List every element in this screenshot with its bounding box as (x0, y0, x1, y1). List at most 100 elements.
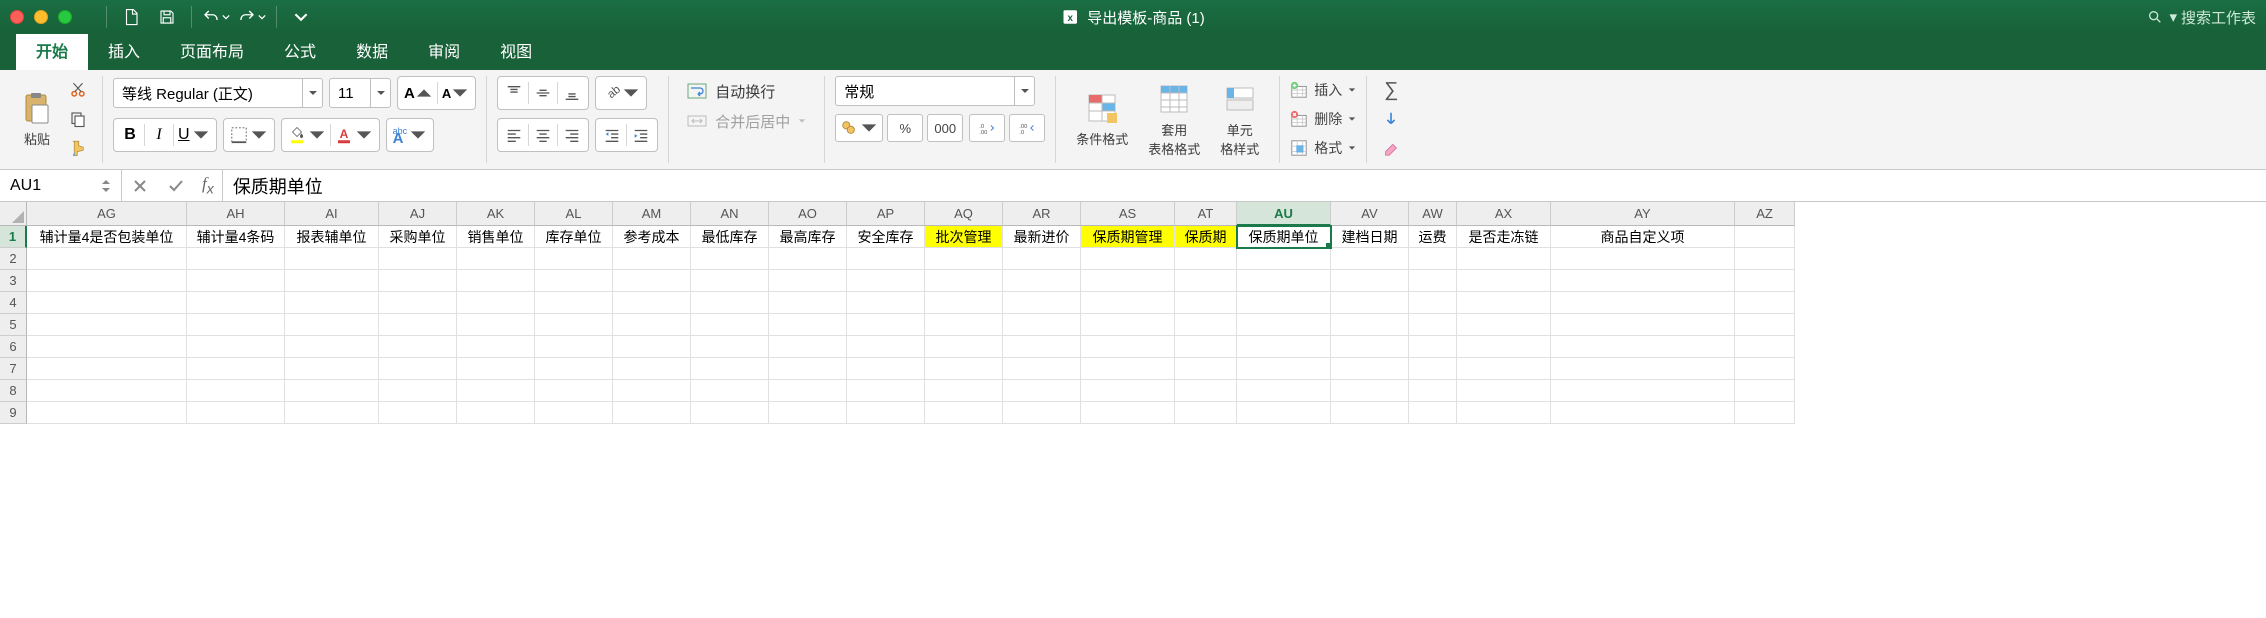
cell-AT4[interactable] (1175, 292, 1237, 314)
cell-AX8[interactable] (1457, 380, 1551, 402)
align-right-button[interactable] (558, 121, 586, 149)
cell-AN1[interactable]: 最低库存 (691, 226, 769, 248)
align-left-button[interactable] (500, 121, 528, 149)
cell-AQ9[interactable] (925, 402, 1003, 424)
cell-AT8[interactable] (1175, 380, 1237, 402)
cell-AZ7[interactable] (1735, 358, 1795, 380)
col-header-AQ[interactable]: AQ (925, 202, 1003, 226)
cells-area[interactable]: 辅计量4是否包装单位辅计量4条码报表辅单位采购单位销售单位库存单位参考成本最低库… (27, 226, 1795, 424)
col-header-AW[interactable]: AW (1409, 202, 1457, 226)
row-header-2[interactable]: 2 (0, 248, 27, 270)
cell-AK7[interactable] (457, 358, 535, 380)
cell-AR5[interactable] (1003, 314, 1081, 336)
cell-AY9[interactable] (1551, 402, 1735, 424)
cell-AW3[interactable] (1409, 270, 1457, 292)
cell-AO6[interactable] (769, 336, 847, 358)
cell-AW9[interactable] (1409, 402, 1457, 424)
cell-AH4[interactable] (187, 292, 285, 314)
cell-AT2[interactable] (1175, 248, 1237, 270)
cell-AJ9[interactable] (379, 402, 457, 424)
cell-AW6[interactable] (1409, 336, 1457, 358)
cell-AR1[interactable]: 最新进价 (1003, 226, 1081, 248)
cell-AU7[interactable] (1237, 358, 1331, 380)
increase-indent-button[interactable] (627, 121, 655, 149)
maximize-window-button[interactable] (58, 10, 72, 24)
cell-AL7[interactable] (535, 358, 613, 380)
cell-AW2[interactable] (1409, 248, 1457, 270)
col-header-AG[interactable]: AG (27, 202, 187, 226)
col-header-AL[interactable]: AL (535, 202, 613, 226)
phonetic-guide-button[interactable]: abcA (389, 121, 432, 149)
cell-AM6[interactable] (613, 336, 691, 358)
fill-color-button[interactable] (284, 121, 330, 149)
col-header-AS[interactable]: AS (1081, 202, 1175, 226)
cell-AP2[interactable] (847, 248, 925, 270)
cell-AJ1[interactable]: 采购单位 (379, 226, 457, 248)
cell-AZ9[interactable] (1735, 402, 1795, 424)
col-header-AK[interactable]: AK (457, 202, 535, 226)
tab-6[interactable]: 视图 (480, 30, 552, 70)
cell-AU2[interactable] (1237, 248, 1331, 270)
qat-customize-button[interactable] (283, 4, 319, 30)
align-bottom-button[interactable] (558, 79, 586, 107)
cell-AV3[interactable] (1331, 270, 1409, 292)
cell-AK1[interactable]: 销售单位 (457, 226, 535, 248)
tab-1[interactable]: 插入 (88, 30, 160, 70)
cell-AZ5[interactable] (1735, 314, 1795, 336)
wrap-text-toggle[interactable]: 自动换行 (679, 76, 814, 106)
cell-AS9[interactable] (1081, 402, 1175, 424)
cell-AW7[interactable] (1409, 358, 1457, 380)
decrease-font-size-button[interactable]: A (438, 79, 473, 107)
merge-center-button[interactable]: 合并后居中 (679, 106, 814, 136)
cell-AO4[interactable] (769, 292, 847, 314)
cell-AN4[interactable] (691, 292, 769, 314)
col-header-AJ[interactable]: AJ (379, 202, 457, 226)
italic-button[interactable]: I (145, 121, 173, 149)
cell-AM1[interactable]: 参考成本 (613, 226, 691, 248)
col-header-AY[interactable]: AY (1551, 202, 1735, 226)
cell-AH5[interactable] (187, 314, 285, 336)
cell-AJ4[interactable] (379, 292, 457, 314)
cell-AP1[interactable]: 安全库存 (847, 226, 925, 248)
cell-AY3[interactable] (1551, 270, 1735, 292)
search-sheets[interactable]: ▾ 搜索工作表 (2147, 7, 2256, 28)
cell-AX5[interactable] (1457, 314, 1551, 336)
cell-AQ8[interactable] (925, 380, 1003, 402)
cell-AL5[interactable] (535, 314, 613, 336)
font-family-select[interactable]: 等线 Regular (正文) (113, 78, 323, 108)
font-size-select[interactable]: 11 (329, 78, 391, 108)
insert-cells-button[interactable]: 插入 (1290, 77, 1356, 103)
cell-AL2[interactable] (535, 248, 613, 270)
cell-AU1[interactable]: 保质期单位 (1237, 226, 1331, 248)
cell-AS1[interactable]: 保质期管理 (1081, 226, 1175, 248)
cell-AY2[interactable] (1551, 248, 1735, 270)
cell-AR7[interactable] (1003, 358, 1081, 380)
cell-AW1[interactable]: 运费 (1409, 226, 1457, 248)
cell-AR4[interactable] (1003, 292, 1081, 314)
cell-AJ5[interactable] (379, 314, 457, 336)
cell-AN6[interactable] (691, 336, 769, 358)
cell-AZ3[interactable] (1735, 270, 1795, 292)
font-color-button[interactable]: A (331, 121, 377, 149)
cell-AO2[interactable] (769, 248, 847, 270)
cell-AQ6[interactable] (925, 336, 1003, 358)
cell-AP3[interactable] (847, 270, 925, 292)
cell-AY1[interactable]: 商品自定义项 (1551, 226, 1735, 248)
cell-AG9[interactable] (27, 402, 187, 424)
cell-AP7[interactable] (847, 358, 925, 380)
cell-AX1[interactable]: 是否走冻链 (1457, 226, 1551, 248)
cell-AQ5[interactable] (925, 314, 1003, 336)
cell-AO8[interactable] (769, 380, 847, 402)
cell-AI6[interactable] (285, 336, 379, 358)
cell-AS6[interactable] (1081, 336, 1175, 358)
row-header-8[interactable]: 8 (0, 380, 27, 402)
cell-AU6[interactable] (1237, 336, 1331, 358)
accounting-format-button[interactable] (835, 114, 883, 142)
cell-styles-button[interactable]: 单元 格样式 (1210, 76, 1269, 163)
cell-AN3[interactable] (691, 270, 769, 292)
cell-AQ1[interactable]: 批次管理 (925, 226, 1003, 248)
cell-AT1[interactable]: 保质期 (1175, 226, 1237, 248)
align-center-button[interactable] (529, 121, 557, 149)
cell-AK6[interactable] (457, 336, 535, 358)
cell-AO5[interactable] (769, 314, 847, 336)
